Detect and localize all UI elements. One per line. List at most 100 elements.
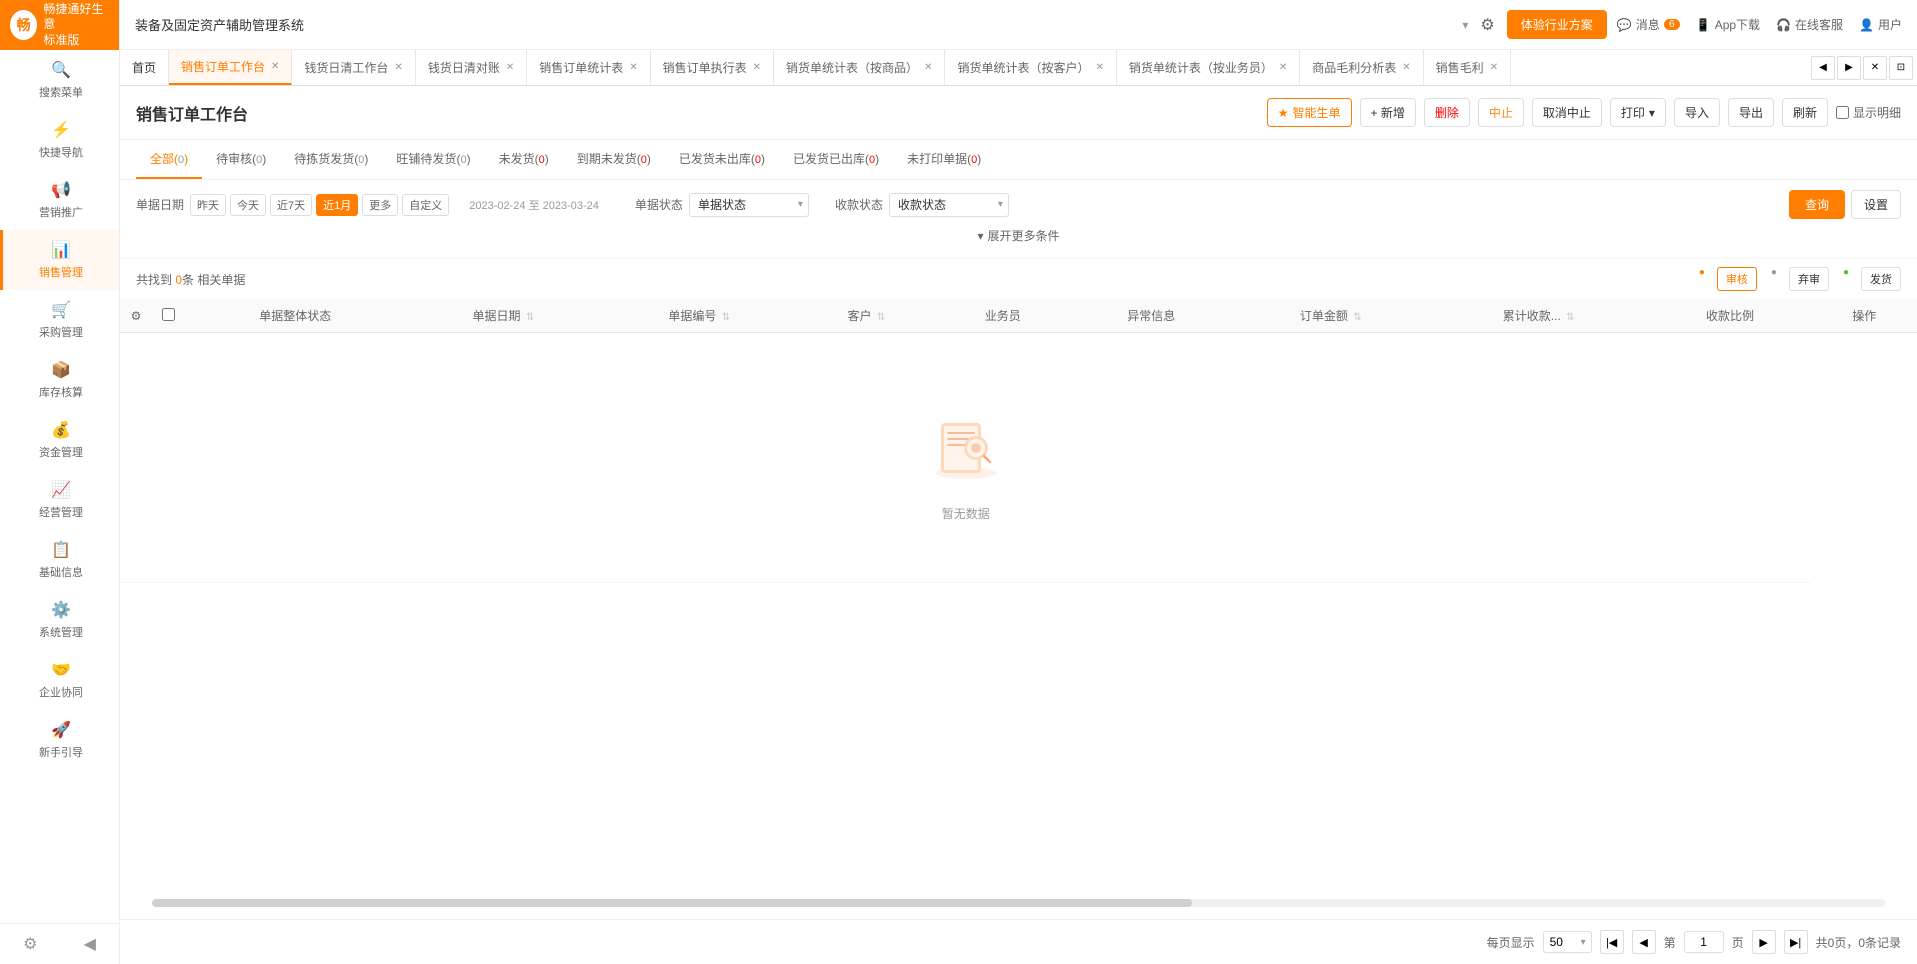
filter-status-select[interactable]: 单据状态 [689,193,809,217]
tab-sales-workbench[interactable]: 销售订单工作台 ✕ [169,50,292,85]
sidebar-item-sales[interactable]: 📊 销售管理 [0,230,119,290]
filter-row: 单据日期 昨天 今天 近7天 近1月 更多 自定义 2023-02-24 至 2… [136,190,1901,219]
collapse-icon[interactable]: ◀ [84,934,96,954]
purchase-icon: 🛒 [51,300,71,320]
sidebar-item-inventory[interactable]: 📦 库存核算 [0,350,119,410]
settings-bottom-icon[interactable]: ⚙ [23,934,37,954]
tab-home[interactable]: 首页 [120,50,169,85]
sidebar-item-operations[interactable]: 📈 经营管理 [0,470,119,530]
sub-tab-all[interactable]: 全部(0) [136,140,202,179]
btn-print[interactable]: 打印 ▾ [1610,98,1666,127]
sort-customer-icon[interactable]: ⇅ [877,312,885,323]
btn-export[interactable]: 导出 [1728,98,1774,127]
tab-sales-stats-product[interactable]: 销货单统计表（按商品） ✕ [774,50,945,85]
btn-cancel-stop[interactable]: 取消中止 [1532,98,1602,127]
sidebar-bottom: ⚙ ◀ [0,923,119,964]
tab-cash-daily[interactable]: 钱货日清工作台 ✕ [292,50,415,85]
page-next-btn[interactable]: ▶ [1752,930,1776,954]
btn-smart-create[interactable]: ★ 智能生单 [1267,98,1352,127]
sort-date-icon[interactable]: ⇅ [526,312,534,323]
sub-tab-pending-review[interactable]: 待审核(0) [202,140,280,179]
tab-close-sales-stats-customer[interactable]: ✕ [1095,62,1103,73]
btn-refresh[interactable]: 刷新 [1782,98,1828,127]
sort-number-icon[interactable]: ⇅ [722,312,730,323]
th-number: 单据编号 ⇅ [601,299,797,333]
btn-add[interactable]: + 新增 [1360,98,1416,127]
date-btn-1month[interactable]: 近1月 [316,194,358,216]
topbar-app-download[interactable]: 📱 App下载 [1696,16,1760,33]
sub-tab-not-printed[interactable]: 未打印单据(0) [893,140,995,179]
btn-industry[interactable]: 体验行业方案 [1507,10,1607,39]
btn-ship[interactable]: 发货 [1861,267,1901,291]
tab-close-sales-exec[interactable]: ✕ [753,62,761,73]
column-settings-icon[interactable]: ⚙ [131,309,142,323]
btn-delete[interactable]: 删除 [1424,98,1470,127]
date-btn-more[interactable]: 更多 [362,194,398,216]
sidebar-item-enterprise[interactable]: 🤝 企业协同 [0,650,119,710]
sort-amount-icon[interactable]: ⇅ [1353,312,1361,323]
page-first-btn[interactable]: |◀ [1600,930,1624,954]
cb-detail-checkbox[interactable] [1836,106,1849,119]
sort-collected-icon[interactable]: ⇅ [1566,312,1574,323]
filter-payment-select[interactable]: 收款状态 [889,193,1009,217]
tab-close-sales-more[interactable]: ✕ [1490,62,1498,73]
sub-tab-pending-inspect[interactable]: 待拣货发货(0) [280,140,382,179]
tab-close-gross-profit[interactable]: ✕ [1402,62,1410,73]
tab-close-sales-stats[interactable]: ✕ [629,62,637,73]
tab-cash-reconcile[interactable]: 钱货日清对账 ✕ [416,50,527,85]
tab-gross-profit[interactable]: 商品毛利分析表 ✕ [1300,50,1423,85]
btn-import[interactable]: 导入 [1674,98,1720,127]
sidebar-item-system[interactable]: ⚙️ 系统管理 [0,590,119,650]
workbench-actions: ★ 智能生单 + 新增 删除 中止 取消中止 打印 ▾ 导入 导出 刷新 显示明… [1267,98,1901,127]
tab-close-sales-workbench[interactable]: ✕ [271,61,279,72]
sub-tab-shipped-not-warehouse[interactable]: 已发货未出库(0) [665,140,779,179]
date-btn-yesterday[interactable]: 昨天 [190,194,226,216]
tab-close-cash-reconcile[interactable]: ✕ [506,62,514,73]
date-btn-7days[interactable]: 近7天 [270,194,312,216]
sidebar-item-marketing[interactable]: 📢 营销推广 [0,170,119,230]
sidebar-item-finance[interactable]: 💰 资金管理 [0,410,119,470]
btn-query[interactable]: 查询 [1789,190,1845,219]
th-checkbox[interactable] [162,308,175,321]
tab-close-cash-daily[interactable]: ✕ [394,62,402,73]
topbar-setting-icon[interactable]: ⚙ [1480,15,1494,35]
btn-review[interactable]: 审核 [1717,267,1757,291]
sidebar-item-search[interactable]: 🔍 搜索菜单 [0,50,119,110]
topbar-user[interactable]: 👤 用户 [1859,16,1902,33]
tab-close-sales-stats-product[interactable]: ✕ [924,62,932,73]
tab-sales-stats-customer[interactable]: 销货单统计表（按客户） ✕ [945,50,1116,85]
tabs-nav-prev[interactable]: ◀ [1811,56,1835,80]
date-btn-custom[interactable]: 自定义 [402,194,449,216]
date-btn-today[interactable]: 今天 [230,194,266,216]
scrollbar-thumb[interactable] [152,899,1192,907]
btn-settings[interactable]: 设置 [1851,190,1901,219]
expand-more-btn[interactable]: ▾ 展开更多条件 [136,223,1901,248]
page-prev-btn[interactable]: ◀ [1632,930,1656,954]
sidebar-item-guide[interactable]: 🚀 新手引导 [0,710,119,770]
tab-sales-exec[interactable]: 销售订单执行表 ✕ [651,50,774,85]
tab-sales-stats-staff[interactable]: 销货单统计表（按业务员） ✕ [1117,50,1300,85]
page-number-input[interactable] [1684,931,1724,953]
chevron-down-expand-icon: ▾ [977,229,983,243]
tab-close-sales-stats-staff[interactable]: ✕ [1279,62,1287,73]
topbar-online-service[interactable]: 🎧 在线客服 [1776,16,1843,33]
sidebar-item-quick-nav[interactable]: ⚡ 快捷导航 [0,110,119,170]
btn-stop[interactable]: 中止 [1478,98,1524,127]
sub-tab-wangpu[interactable]: 旺铺待发货(0) [382,140,484,179]
tabs-nav-close[interactable]: ✕ [1863,56,1887,80]
sub-tab-not-shipped[interactable]: 未发货(0) [485,140,563,179]
tabs-nav-next[interactable]: ▶ [1837,56,1861,80]
page-size-select[interactable]: 50 10 20 100 [1543,931,1592,953]
tab-sales-more[interactable]: 销售毛利 ✕ [1424,50,1511,85]
th-ratio: 收款比例 [1649,299,1812,333]
tabs-nav-expand[interactable]: ⊡ [1889,56,1913,80]
topbar-message[interactable]: 💬 消息 6 [1617,16,1680,33]
page-last-btn[interactable]: ▶| [1784,930,1808,954]
sub-tab-overdue-ship[interactable]: 到期未发货(0) [563,140,665,179]
sub-tab-shipped-out[interactable]: 已发货已出库(0) [779,140,893,179]
tab-sales-stats[interactable]: 销售订单统计表 ✕ [527,50,650,85]
btn-cancel-review[interactable]: 弃审 [1789,267,1829,291]
sidebar-item-base-info[interactable]: 📋 基础信息 [0,530,119,590]
sidebar-item-purchase[interactable]: 🛒 采购管理 [0,290,119,350]
topbar-dropdown-icon[interactable]: ▾ [1462,18,1468,32]
